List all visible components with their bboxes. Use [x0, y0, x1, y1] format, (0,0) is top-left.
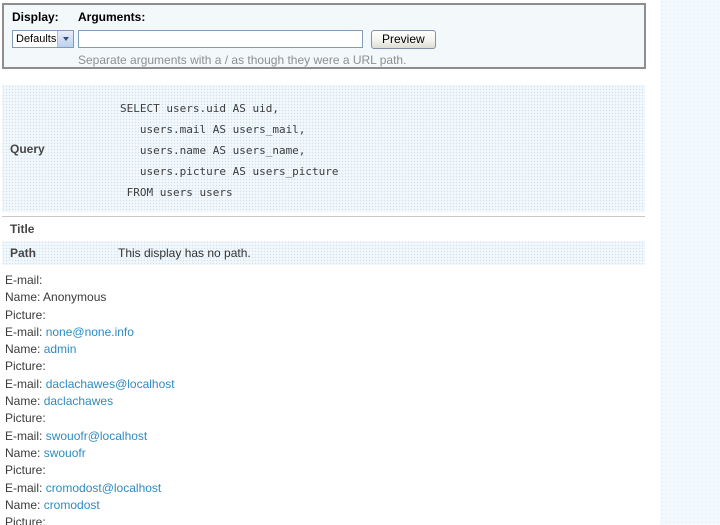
field-label: Name:: [5, 445, 41, 460]
email-link[interactable]: none@none.info: [46, 325, 134, 339]
preview-result-row: E-mail: none@none.info: [5, 324, 650, 341]
preview-result-row: Picture:: [5, 358, 650, 375]
field-label: Picture:: [5, 411, 46, 426]
preview-result-row: E-mail:: [5, 272, 650, 289]
field-label: Name:: [5, 290, 41, 305]
preview-result-row: E-mail: swouofr@localhost: [5, 428, 650, 445]
query-label: Query: [10, 141, 45, 156]
views-preview-page: Display: Defaults Arguments: Preview Sep…: [0, 0, 720, 525]
arguments-input[interactable]: [78, 30, 363, 48]
live-preview-fieldset: Display: Defaults Arguments: Preview Sep…: [2, 3, 646, 69]
display-column: Display: Defaults: [12, 10, 78, 62]
field-label: Name:: [5, 497, 41, 512]
email-link[interactable]: daclachawes@localhost: [46, 377, 175, 391]
preview-button[interactable]: Preview: [371, 30, 436, 49]
field-label: Name:: [5, 394, 41, 409]
display-select-value: Defaults: [16, 33, 57, 45]
username-link[interactable]: swouofr: [44, 446, 86, 460]
dropdown-arrow-icon[interactable]: [57, 31, 73, 47]
path-row: Path This display has no path.: [2, 241, 645, 265]
preview-result-row: E-mail: cromodost@localhost: [5, 480, 650, 497]
preview-result-row: E-mail: daclachawes@localhost: [5, 376, 650, 393]
path-value: This display has no path.: [118, 246, 251, 260]
preview-result-row: Name: cromodost: [5, 497, 650, 514]
field-label: Picture:: [5, 463, 46, 478]
query-panel: Query SELECT users.uid AS uid, users.mai…: [2, 85, 645, 212]
page-background-band: [660, 0, 720, 525]
username-link[interactable]: admin: [44, 342, 77, 356]
field-label: E-mail:: [5, 428, 43, 443]
field-label: E-mail:: [5, 324, 43, 339]
email-link[interactable]: swouofr@localhost: [46, 429, 148, 443]
preview-result-row: Picture:: [5, 307, 650, 324]
field-label: Name:: [5, 342, 41, 357]
email-link[interactable]: cromodost@localhost: [46, 481, 162, 495]
preview-result-row: Picture:: [5, 462, 650, 479]
display-label: Display:: [12, 10, 59, 24]
query-sql-text: SELECT users.uid AS uid, users.mail AS u…: [120, 102, 339, 199]
preview-results: E-mail: Name: Anonymous Picture: E-mail:…: [0, 272, 650, 525]
arguments-column: Arguments: Preview Separate arguments wi…: [78, 10, 636, 67]
username-link[interactable]: cromodost: [44, 498, 100, 512]
field-value: Anonymous: [43, 290, 107, 305]
preview-result-row: Name: Anonymous: [5, 289, 650, 306]
arguments-help-text: Separate arguments with a / as though th…: [78, 53, 407, 67]
path-label: Path: [10, 246, 37, 260]
field-label: E-mail:: [5, 480, 43, 495]
preview-result-row: Name: admin: [5, 341, 650, 358]
field-label: E-mail:: [5, 273, 43, 287]
field-label: Picture:: [5, 359, 46, 374]
preview-info-table: Title Path This display has no path.: [2, 216, 645, 265]
field-label: Picture:: [5, 307, 46, 322]
preview-result-row: Picture:: [5, 514, 650, 525]
title-label: Title: [10, 222, 35, 236]
field-label: E-mail:: [5, 376, 43, 391]
display-select[interactable]: Defaults: [12, 30, 74, 48]
title-row: Title: [2, 217, 645, 241]
username-link[interactable]: daclachawes: [44, 394, 113, 408]
arguments-label: Arguments:: [78, 10, 146, 24]
preview-result-row: Name: swouofr: [5, 445, 650, 462]
preview-result-row: Picture:: [5, 410, 650, 427]
preview-result-row: Name: daclachawes: [5, 393, 650, 410]
field-label: Picture:: [5, 515, 46, 525]
